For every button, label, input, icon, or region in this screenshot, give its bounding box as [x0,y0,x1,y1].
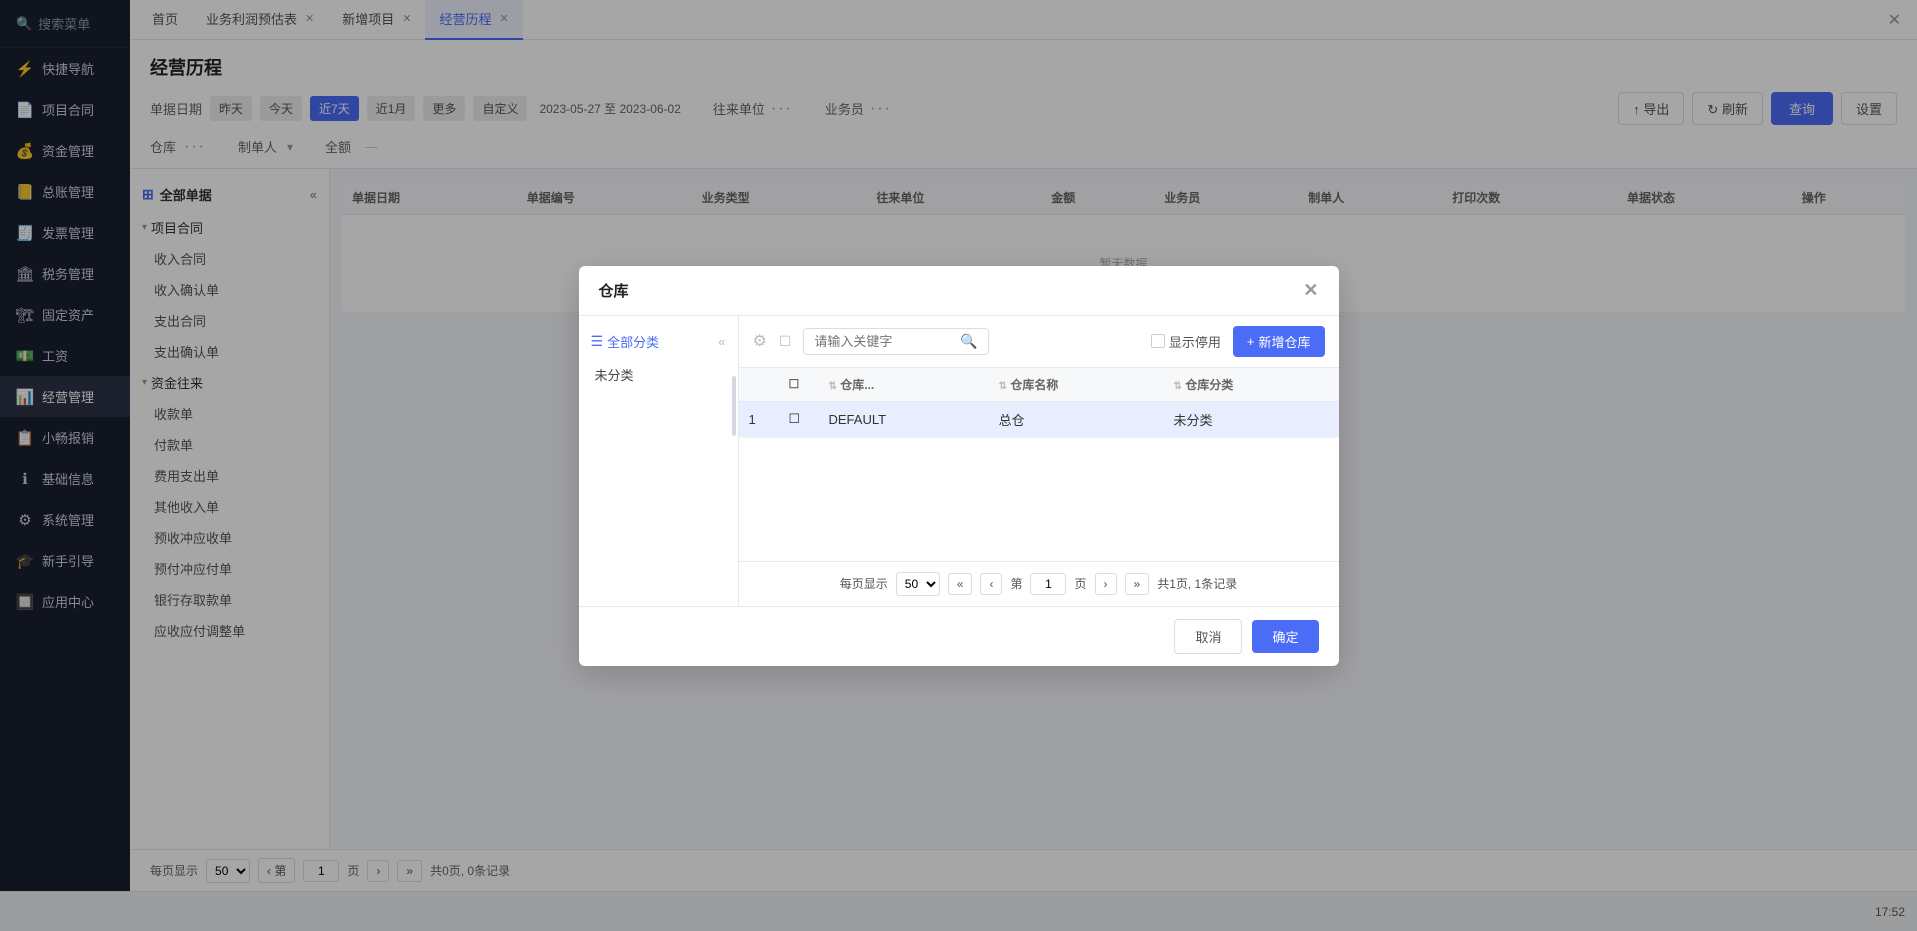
all-category-label: 全部分类 [607,332,659,351]
modal-footer: 取消 确定 [579,606,1339,666]
modal-last-btn[interactable]: » [1125,573,1150,595]
modal-search-input[interactable] [814,334,954,349]
add-warehouse-button[interactable]: + 新增仓库 [1233,326,1325,357]
modal-confirm-btn[interactable]: 确定 [1252,620,1318,653]
modal-gear-icon[interactable]: ⚙ [753,331,767,351]
modal-sidebar-collapse[interactable]: « [718,334,725,349]
modal-next-btn[interactable]: › [1095,573,1117,595]
modal-checkbox-col: ☐ [779,333,792,350]
plus-icon: + [1247,334,1255,349]
modal-page-input[interactable] [1030,573,1066,595]
modal-body: ☰ 全部分类 « 未分类 ⚙ [579,316,1339,606]
modal-overlay: 仓库 ✕ ☰ 全部分类 « 未分类 [0,0,1917,931]
all-category-icon: ☰ [591,333,604,350]
modal-col-category: ⇅ 仓库分类 [1164,368,1339,402]
modal-pagination: 每页显示 50 « ‹ 第 页 › » 共1页, 1条记录 [739,561,1339,606]
modal-warehouse: 仓库 ✕ ☰ 全部分类 « 未分类 [579,266,1339,666]
modal-col-check: ☐ [779,368,819,402]
modal-sidebar: ☰ 全部分类 « 未分类 [579,316,739,606]
modal-first-btn[interactable]: « [948,573,973,595]
modal-cancel-btn[interactable]: 取消 [1174,619,1242,654]
modal-header: 仓库 ✕ [579,266,1339,316]
modal-page-suffix: 页 [1074,575,1086,592]
sort-icon-category: ⇅ [1174,381,1182,392]
show-disabled-checkbox[interactable] [1151,334,1165,348]
modal-per-page-label: 每页显示 [840,575,888,592]
modal-per-page-select[interactable]: 50 [896,572,940,596]
sort-icon-name: ⇅ [999,381,1007,392]
modal-page-label: 第 [1010,575,1022,592]
modal-prev-btn[interactable]: ‹ [980,573,1002,595]
modal-title: 仓库 [599,280,629,301]
modal-col-code: ⇅ 仓库... [819,368,989,402]
modal-search-box: 🔍 [803,328,988,355]
modal-search-icon: 🔍 [960,333,977,350]
modal-close-btn[interactable]: ✕ [1303,280,1318,301]
modal-sidebar-scrollbar [732,376,736,436]
row-name: 总仓 [989,401,1164,437]
modal-col-name: ⇅ 仓库名称 [989,368,1164,402]
row-check[interactable]: ☐ [779,401,819,437]
modal-total-label: 共1页, 1条记录 [1157,575,1237,592]
modal-sidebar-uncategorized[interactable]: 未分类 [579,357,738,392]
modal-table: ☐ ⇅ 仓库... ⇅ 仓库名称 ⇅ [739,368,1339,438]
sort-icon-code: ⇅ [829,381,837,392]
modal-table-row[interactable]: 1 ☐ DEFAULT 总仓 未分类 [739,401,1339,437]
row-code: DEFAULT [819,401,989,437]
row-num: 1 [739,401,779,437]
modal-toolbar: ⚙ ☐ 🔍 显示停用 [739,316,1339,368]
modal-table-wrapper: ☐ ⇅ 仓库... ⇅ 仓库名称 ⇅ [739,368,1339,561]
row-category: 未分类 [1164,401,1339,437]
show-disabled-label[interactable]: 显示停用 [1151,332,1221,351]
modal-col-num [739,368,779,402]
modal-main: ⚙ ☐ 🔍 显示停用 [739,316,1339,606]
modal-sidebar-header: ☰ 全部分类 « [579,326,738,357]
